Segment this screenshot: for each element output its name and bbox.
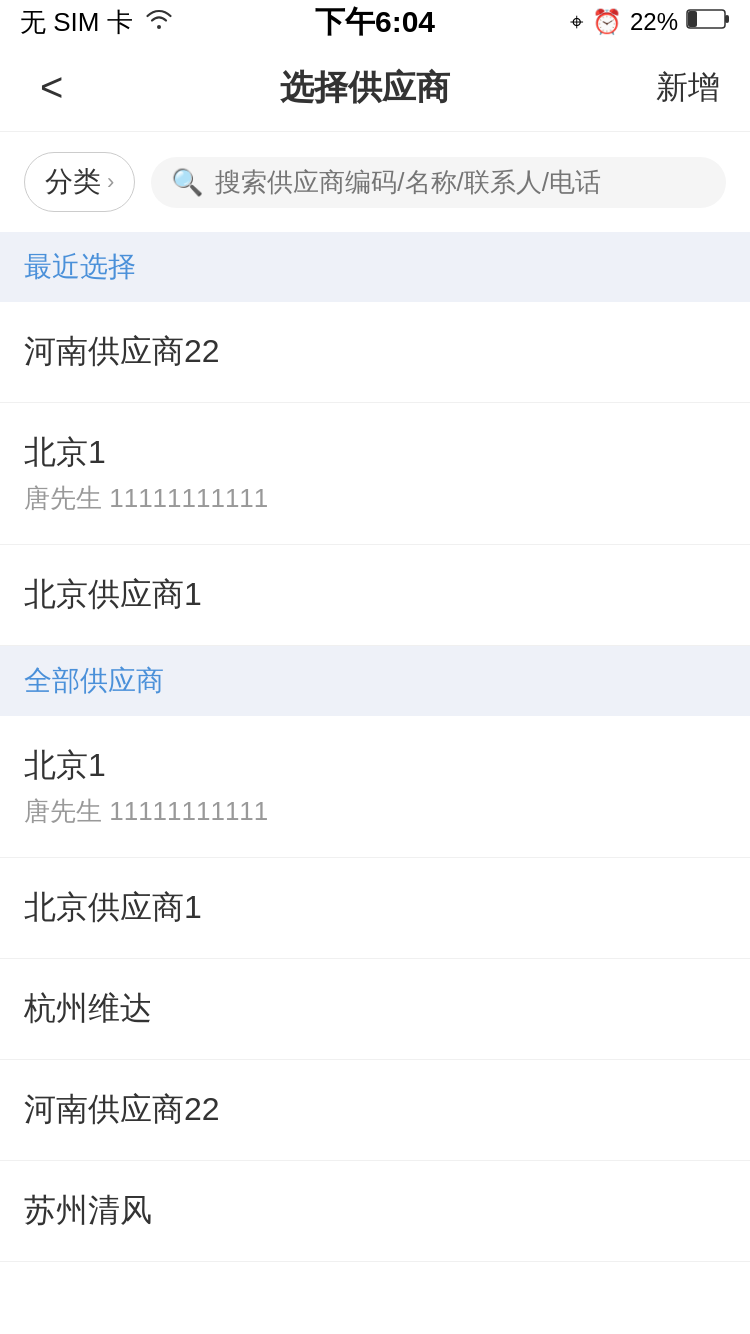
recent-list: 河南供应商22 北京1 唐先生 11111111111 北京供应商1 (0, 302, 750, 646)
list-item[interactable]: 北京供应商1 (0, 858, 750, 959)
category-button[interactable]: 分类 › (24, 152, 135, 212)
item-name: 河南供应商22 (24, 330, 726, 374)
status-left: 无 SIM 卡 (20, 5, 175, 40)
all-list: 北京1 唐先生 11111111111 北京供应商1 杭州维达河南供应商22 苏州清风 (0, 716, 750, 1262)
list-item[interactable]: 北京供应商1 (0, 545, 750, 646)
item-name: 北京1 (24, 744, 726, 788)
search-input-wrap: 🔍 (151, 157, 726, 208)
item-sub: 唐先生 11111111111 (24, 481, 726, 516)
status-right: ⌖ ⏰ 22% (570, 8, 730, 36)
status-bar: 无 SIM 卡 下午6:04 ⌖ ⏰ 22% (0, 0, 750, 44)
item-name: 北京供应商1 (24, 573, 726, 617)
item-name: 杭州维达 (24, 987, 726, 1031)
search-icon: 🔍 (171, 167, 203, 198)
item-name: 河南供应商22 (24, 1088, 726, 1132)
alarm-icon: ⏰ (592, 8, 622, 36)
list-item[interactable]: 杭州维达 (0, 959, 750, 1060)
add-button[interactable]: 新增 (656, 66, 720, 110)
item-name: 北京1 (24, 431, 726, 475)
all-section-header: 全部供应商 (0, 646, 750, 716)
chevron-right-icon: › (107, 169, 114, 195)
search-bar: 分类 › 🔍 (0, 132, 750, 232)
carrier-text: 无 SIM 卡 (20, 5, 133, 40)
back-button[interactable]: < (30, 55, 73, 120)
search-input[interactable] (215, 167, 706, 198)
battery-text: 22% (630, 8, 678, 36)
wifi-icon (143, 7, 175, 38)
recent-section-header: 最近选择 (0, 232, 750, 302)
time-display: 下午6:04 (315, 2, 435, 43)
category-label: 分类 (45, 163, 101, 201)
svg-rect-2 (688, 11, 697, 27)
page-title: 选择供应商 (280, 65, 450, 111)
battery-icon (686, 8, 730, 36)
svg-rect-1 (725, 15, 729, 23)
location-icon: ⌖ (570, 8, 584, 36)
all-section-label: 全部供应商 (24, 665, 164, 696)
list-item[interactable]: 河南供应商22 (0, 302, 750, 403)
item-name: 北京供应商1 (24, 886, 726, 930)
list-item[interactable]: 苏州清风 (0, 1161, 750, 1262)
list-item[interactable]: 河南供应商22 (0, 1060, 750, 1161)
recent-section-label: 最近选择 (24, 251, 136, 282)
item-name: 苏州清风 (24, 1189, 726, 1233)
list-item[interactable]: 北京1 唐先生 11111111111 (0, 403, 750, 545)
item-sub: 唐先生 11111111111 (24, 794, 726, 829)
list-item[interactable]: 北京1 唐先生 11111111111 (0, 716, 750, 858)
nav-bar: < 选择供应商 新增 (0, 44, 750, 132)
